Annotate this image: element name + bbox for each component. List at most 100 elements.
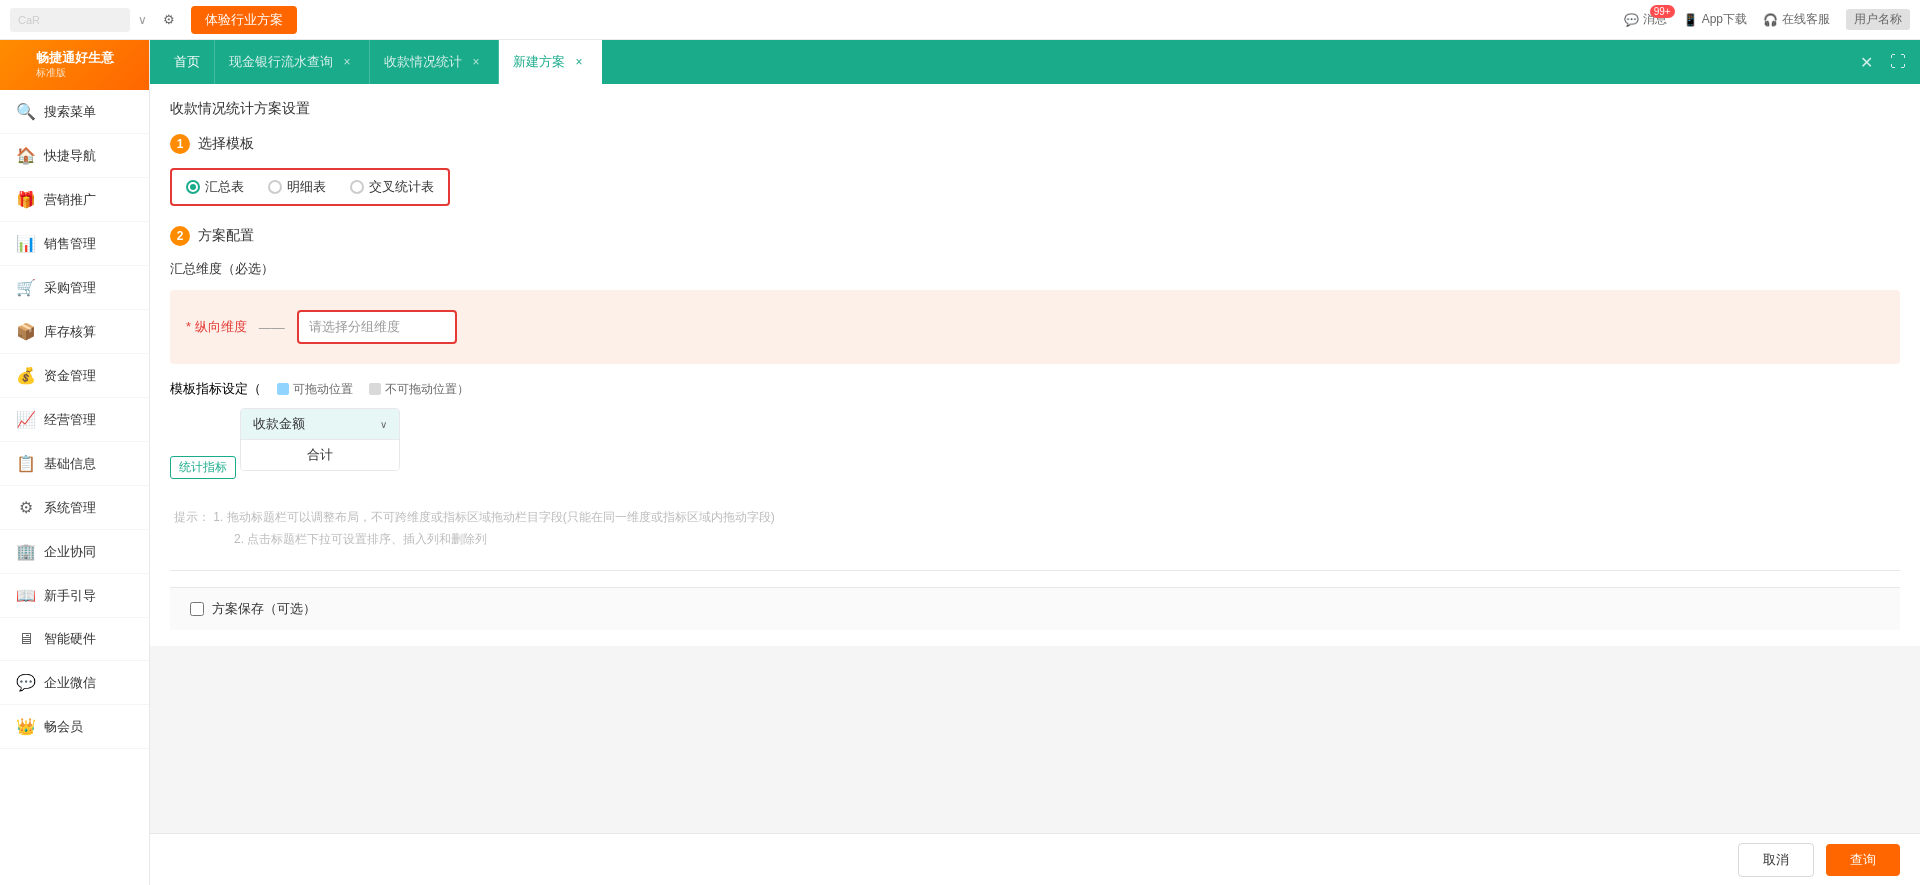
tab-home[interactable]: 首页 [160, 40, 215, 84]
sidebar-label-sales: 销售管理 [44, 235, 96, 253]
metrics-row-total: 合计 [241, 440, 399, 470]
radio-summary[interactable]: 汇总表 [186, 178, 244, 196]
section-divider [170, 570, 1900, 571]
section-config-title: 方案配置 [198, 227, 254, 245]
header-right: 💬 消息 99+ 📱 App下载 🎧 在线客服 用户名称 [1624, 9, 1910, 30]
sidebar-item-hardware[interactable]: 🖥 智能硬件 [0, 618, 149, 661]
sidebar-item-guide[interactable]: 📖 新手引导 [0, 574, 149, 618]
message-badge: 99+ [1650, 5, 1675, 18]
sidebar-item-inventory[interactable]: 📦 库存核算 [0, 310, 149, 354]
tab-payment-stats-close[interactable]: × [468, 54, 484, 70]
sidebar-item-system[interactable]: ⚙ 系统管理 [0, 486, 149, 530]
radio-detail-circle [268, 180, 282, 194]
sidebar-label-inventory: 库存核算 [44, 323, 96, 341]
sidebar-label-purchase: 采购管理 [44, 279, 96, 297]
sidebar-item-purchase[interactable]: 🛒 采购管理 [0, 266, 149, 310]
radio-detail[interactable]: 明细表 [268, 178, 326, 196]
non-draggable-legend: 不可拖动位置） [369, 381, 469, 398]
tab-expand-button[interactable]: ⛶ [1886, 50, 1910, 74]
breadcrumb-text: CaR [10, 8, 130, 32]
section-template-title: 选择模板 [198, 135, 254, 153]
sidebar-label-finance: 资金管理 [44, 367, 96, 385]
sidebar-item-sales[interactable]: 📊 销售管理 [0, 222, 149, 266]
sidebar-item-finance[interactable]: 💰 资金管理 [0, 354, 149, 398]
user-avatar[interactable]: 用户名称 [1846, 9, 1910, 30]
sidebar-logo-sub: 标准版 [36, 66, 114, 80]
dimension-select[interactable]: 请选择分组维度 [297, 310, 457, 344]
tab-bank-flow[interactable]: 现金银行流水查询 × [215, 40, 370, 84]
tab-new-plan[interactable]: 新建方案 × [499, 40, 602, 84]
online-service-item[interactable]: 🎧 在线客服 [1763, 11, 1830, 28]
search-icon: 🔍 [16, 102, 36, 121]
tab-close-button[interactable]: ✕ [1854, 50, 1878, 74]
member-icon: 👑 [16, 717, 36, 736]
draggable-dot [277, 383, 289, 395]
radio-cross-circle [350, 180, 364, 194]
settings-icon-btn[interactable]: ⚙ [155, 6, 183, 34]
tab-payment-stats[interactable]: 收款情况统计 × [370, 40, 499, 84]
query-button[interactable]: 查询 [1826, 844, 1900, 876]
sidebar-label-collab: 企业协同 [44, 543, 96, 561]
purchase-icon: 🛒 [16, 278, 36, 297]
content-area: 首页 现金银行流水查询 × 收款情况统计 × 新建方案 × ✕ ⛶ [150, 40, 1920, 885]
system-icon: ⚙ [16, 498, 36, 517]
sidebar-label-basic: 基础信息 [44, 455, 96, 473]
guide-icon: 📖 [16, 586, 36, 605]
tab-new-plan-label: 新建方案 [513, 53, 565, 71]
page-inner: 收款情况统计方案设置 1 选择模板 汇总表 [150, 84, 1920, 646]
tips-section: 提示： 1. 拖动标题栏可以调整布局，不可跨维度或指标区域拖动栏目字段(只能在同… [170, 507, 1900, 550]
tab-new-plan-close[interactable]: × [571, 54, 587, 70]
try-industry-button[interactable]: 体验行业方案 [191, 6, 297, 34]
message-item[interactable]: 💬 消息 99+ [1624, 11, 1667, 28]
basic-icon: 📋 [16, 454, 36, 473]
sidebar-label-system: 系统管理 [44, 499, 96, 517]
management-icon: 📈 [16, 410, 36, 429]
section-template: 1 选择模板 汇总表 明细表 [170, 134, 1900, 206]
sidebar-item-basic[interactable]: 📋 基础信息 [0, 442, 149, 486]
sidebar-item-wechat[interactable]: 💬 企业微信 [0, 661, 149, 705]
sidebar-label-search: 搜索菜单 [44, 103, 96, 121]
sidebar-logo-text: 畅捷通好生意 [36, 50, 114, 66]
metrics-col-label: 收款金额 [253, 415, 305, 433]
section-template-number: 1 [170, 134, 190, 154]
sidebar-label-member: 畅会员 [44, 718, 83, 736]
app-icon: 📱 [1683, 13, 1698, 27]
tab-bank-flow-label: 现金银行流水查询 [229, 53, 333, 71]
hardware-icon: 🖥 [16, 630, 36, 648]
sales-icon: 📊 [16, 234, 36, 253]
tab-payment-stats-label: 收款情况统计 [384, 53, 462, 71]
save-checkbox[interactable] [190, 602, 204, 616]
chevron-down-icon: ∨ [380, 419, 387, 430]
sidebar-item-quicknav[interactable]: 🏠 快捷导航 [0, 134, 149, 178]
inventory-icon: 📦 [16, 322, 36, 341]
app-download-item[interactable]: 📱 App下载 [1683, 11, 1747, 28]
service-label: 在线客服 [1782, 11, 1830, 28]
sidebar-label-quicknav: 快捷导航 [44, 147, 96, 165]
save-label: 方案保存（可选） [212, 600, 316, 618]
metrics-col-header[interactable]: 收款金额 ∨ [241, 409, 399, 440]
sidebar-item-marketing[interactable]: 🎁 营销推广 [0, 178, 149, 222]
service-icon: 🎧 [1763, 13, 1778, 27]
sidebar-item-search[interactable]: 🔍 搜索菜单 [0, 90, 149, 134]
message-icon: 💬 [1624, 13, 1639, 27]
sidebar-logo: 畅捷通好生意 标准版 [0, 40, 149, 90]
sidebar-item-collab[interactable]: 🏢 企业协同 [0, 530, 149, 574]
dimension-row: * 纵向维度 —— 请选择分组维度 [186, 310, 1884, 344]
footer-bar: 取消 查询 [150, 833, 1920, 885]
tab-bank-flow-close[interactable]: × [339, 54, 355, 70]
sidebar-item-management[interactable]: 📈 经营管理 [0, 398, 149, 442]
metrics-grid: 收款金额 ∨ 合计 [240, 408, 400, 471]
finance-icon: 💰 [16, 366, 36, 385]
radio-cross[interactable]: 交叉统计表 [350, 178, 434, 196]
metrics-title-tag: 统计指标 [170, 456, 236, 479]
breadcrumb-area: CaR ∨ ⚙ 体验行业方案 [10, 6, 1614, 34]
tip-line-2: 2. 点击标题栏下拉可设置排序、插入列和删除列 [174, 529, 1896, 551]
dimension-area: * 纵向维度 —— 请选择分组维度 [170, 290, 1900, 364]
cancel-button[interactable]: 取消 [1738, 843, 1814, 877]
main-layout: 畅捷通好生意 标准版 🔍 搜索菜单 🏠 快捷导航 🎁 营销推广 📊 销售管理 🛒… [0, 40, 1920, 885]
summary-dim-label: 汇总维度（必选） [170, 260, 1900, 278]
tab-bar: 首页 现金银行流水查询 × 收款情况统计 × 新建方案 × ✕ ⛶ [150, 40, 1920, 84]
sidebar-item-member[interactable]: 👑 畅会员 [0, 705, 149, 749]
metrics-section-label: 模板指标设定（ [170, 380, 261, 398]
app-label: App下载 [1702, 11, 1747, 28]
